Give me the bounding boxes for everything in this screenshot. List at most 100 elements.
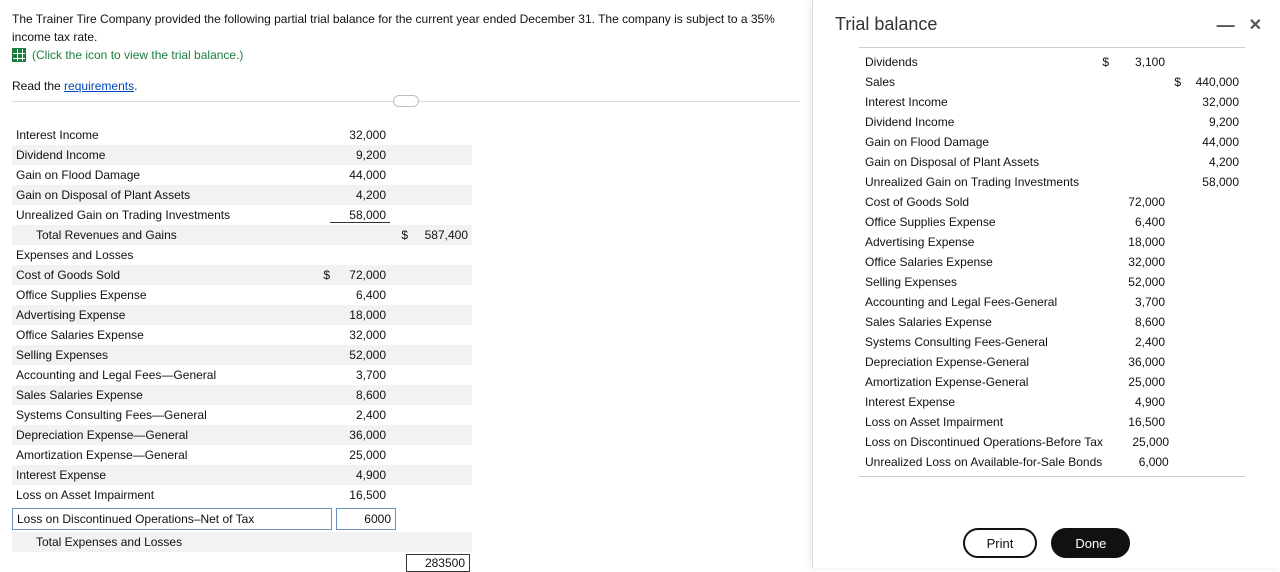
amount-col1: 32,000: [330, 128, 390, 142]
read-prefix: Read the: [12, 79, 64, 93]
collapse-divider: [12, 101, 800, 121]
done-button[interactable]: Done: [1051, 528, 1130, 558]
intro-text: The Trainer Tire Company provided the fo…: [12, 10, 800, 46]
row-label: Total Revenues and Gains: [12, 228, 314, 242]
tb-label: Gain on Disposal of Plant Assets: [865, 155, 1095, 169]
row-label: Gain on Flood Damage: [12, 168, 314, 182]
tb-credit: 44,000: [1181, 135, 1239, 149]
trial-balance-row: Gain on Disposal of Plant Assets4,200: [865, 152, 1239, 172]
amount-col1: 44,000: [330, 168, 390, 182]
tb-label: Dividend Income: [865, 115, 1095, 129]
amount-col1: 6,400: [330, 288, 390, 302]
amount-col1: 9,200: [330, 148, 390, 162]
trial-balance-row: Amortization Expense-General 25,000: [865, 372, 1239, 392]
collapse-handle[interactable]: [393, 95, 419, 107]
row-label: Gain on Disposal of Plant Assets: [12, 188, 314, 202]
amount-col1: 32,000: [330, 328, 390, 342]
amount-col1: 2,400: [330, 408, 390, 422]
worksheet-row: Interest Income32,000: [12, 125, 472, 145]
worksheet-row: Total Revenues and Gains$587,400: [12, 225, 472, 245]
tb-debit: 3,100: [1109, 55, 1165, 69]
loss-discontinued-amount-input[interactable]: 6000: [336, 508, 396, 530]
tb-debit: 2,400: [1109, 335, 1165, 349]
row-label: Selling Expenses: [12, 348, 314, 362]
trial-balance-row: Gain on Flood Damage 44,000: [865, 132, 1239, 152]
trial-balance-row: Interest Expense 4,900: [865, 392, 1239, 412]
amount-col1: 4,200: [330, 188, 390, 202]
amount-col1: 16,500: [330, 488, 390, 502]
worksheet-row: Dividend Income 9,200: [12, 145, 472, 165]
trial-balance-table: Dividends$3,100Sales$440,000 Interest Inc…: [859, 47, 1245, 477]
requirements-link[interactable]: requirements: [64, 79, 134, 93]
tb-debit: 25,000: [1116, 435, 1169, 449]
close-icon[interactable]: ✕: [1249, 15, 1262, 35]
question-pane: The Trainer Tire Company provided the fo…: [0, 0, 812, 568]
amount-col1: 58,000: [330, 208, 390, 223]
worksheet-row: Expenses and Losses: [12, 245, 472, 265]
tb-debit: 6,000: [1116, 455, 1169, 469]
amount-col1: 72,000: [330, 268, 390, 282]
total-expenses-amount-input[interactable]: 283500: [406, 554, 470, 572]
tb-debit: 32,000: [1109, 255, 1165, 269]
trial-balance-row: Sales$440,000: [865, 72, 1239, 92]
tb-debit: 36,000: [1109, 355, 1165, 369]
tb-label: Gain on Flood Damage: [865, 135, 1095, 149]
worksheet-row: Gain on Flood Damage 44,000: [12, 165, 472, 185]
trial-balance-row: Loss on Asset Impairment16,500: [865, 412, 1239, 432]
tb-credit: 9,200: [1181, 115, 1239, 129]
row-label: Interest Expense: [12, 468, 314, 482]
modal-title: Trial balance: [835, 14, 937, 35]
tb-debit: 52,000: [1109, 275, 1165, 289]
tb-label: Sales: [865, 75, 1095, 89]
tb-label: Advertising Expense: [865, 235, 1095, 249]
amount-col1: 4,900: [330, 468, 390, 482]
worksheet-row: Sales Salaries Expense8,600: [12, 385, 472, 405]
tb-label: Interest Expense: [865, 395, 1095, 409]
tb-label: Dividends: [865, 55, 1095, 69]
row-label: Total Expenses and Losses: [12, 535, 332, 549]
tb-debit: 18,000: [1109, 235, 1165, 249]
trial-balance-modal: Trial balance — ✕ Dividends$3,100Sales$4…: [812, 0, 1280, 568]
minimize-icon[interactable]: —: [1217, 20, 1235, 30]
view-trial-balance-link[interactable]: (Click the icon to view the trial balanc…: [12, 48, 243, 62]
trial-balance-row: Loss on Discontinued Operations-Before T…: [865, 432, 1239, 452]
tb-credit: 58,000: [1181, 175, 1239, 189]
tb-debit: 25,000: [1109, 375, 1165, 389]
worksheet-row: Interest Expense 4,900: [12, 465, 472, 485]
amount-col1: 25,000: [330, 448, 390, 462]
row-label: Loss on Asset Impairment: [12, 488, 314, 502]
worksheet-row: Gain on Disposal of Plant Assets 4,200: [12, 185, 472, 205]
tb-label: Amortization Expense-General: [865, 375, 1095, 389]
tb-debit: 8,600: [1109, 315, 1165, 329]
trial-balance-row: Unrealized Gain on Trading Investments58…: [865, 172, 1239, 192]
tb-label: Office Supplies Expense: [865, 215, 1095, 229]
trial-balance-row: Advertising Expense 18,000: [865, 232, 1239, 252]
trial-balance-row: Dividends$3,100: [865, 52, 1239, 72]
tb-credit: 32,000: [1181, 95, 1239, 109]
row-label: Accounting and Legal Fees—General: [12, 368, 314, 382]
read-requirements-line: Read the requirements.: [12, 79, 800, 93]
row-label: Amortization Expense—General: [12, 448, 314, 462]
tb-debit: 72,000: [1109, 195, 1165, 209]
row-label: Dividend Income: [12, 148, 314, 162]
loss-discontinued-label-input[interactable]: Loss on Discontinued Operations–Net of T…: [12, 508, 332, 530]
modal-header: Trial balance — ✕: [813, 0, 1280, 43]
table-icon: [12, 48, 26, 62]
trial-balance-row: Systems Consulting Fees-General2,400: [865, 332, 1239, 352]
trial-balance-row: Office Salaries Expense32,000: [865, 252, 1239, 272]
row-label: Depreciation Expense—General: [12, 428, 314, 442]
print-button[interactable]: Print: [963, 528, 1038, 558]
worksheet-row: Depreciation Expense—General36,000: [12, 425, 472, 445]
modal-footer: Print Done: [813, 518, 1280, 568]
tb-debit: 6,400: [1109, 215, 1165, 229]
worksheet-row: Advertising Expense18,000: [12, 305, 472, 325]
tb-label: Depreciation Expense-General: [865, 355, 1095, 369]
tb-label: Interest Income: [865, 95, 1095, 109]
tb-label: Loss on Asset Impairment: [865, 415, 1095, 429]
tb-debit: 4,900: [1109, 395, 1165, 409]
row-label: Expenses and Losses: [12, 248, 314, 262]
amount-col1: 52,000: [330, 348, 390, 362]
worksheet-row: Office Salaries Expense32,000: [12, 325, 472, 345]
trial-balance-row: Depreciation Expense-General 36,000: [865, 352, 1239, 372]
trial-balance-row: Selling Expenses52,000: [865, 272, 1239, 292]
